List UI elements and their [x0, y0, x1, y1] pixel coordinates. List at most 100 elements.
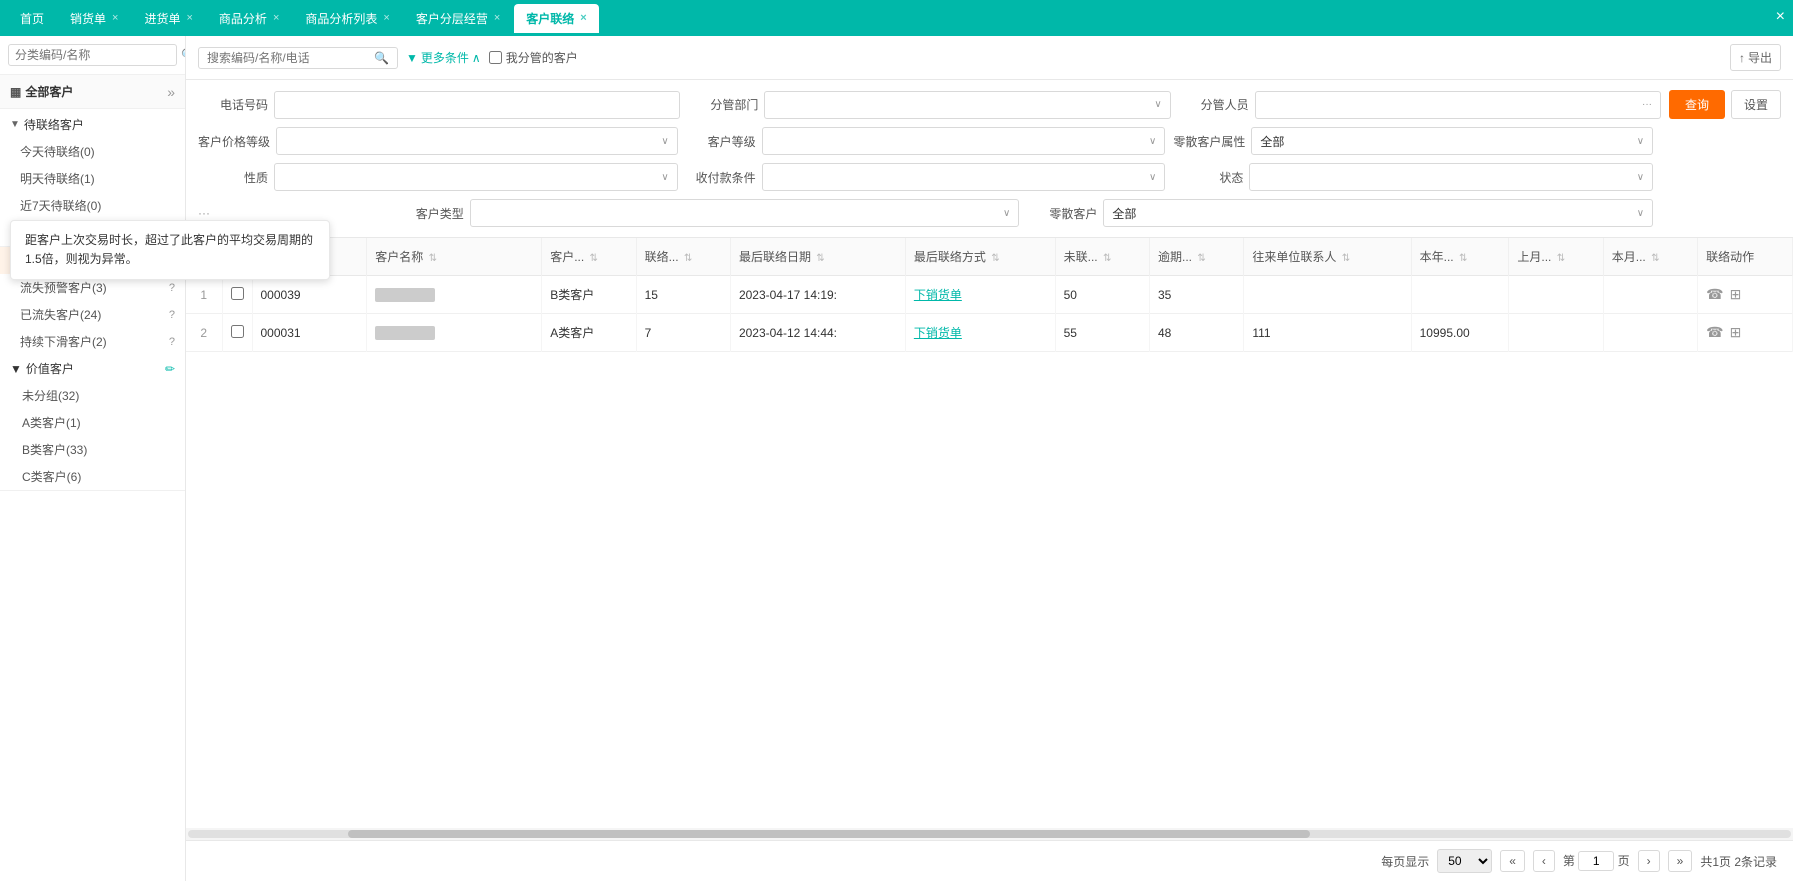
- contact-icon-2[interactable]: ☎: [1706, 324, 1723, 341]
- sidebar-item-class-a[interactable]: A类客户(1): [0, 409, 185, 436]
- next-page-btn[interactable]: ›: [1638, 850, 1660, 872]
- last-method-link-2[interactable]: 下销货单: [914, 326, 962, 340]
- sidebar-item-class-b[interactable]: B类客户(33): [0, 436, 185, 463]
- my-customer-checkbox[interactable]: [489, 51, 502, 64]
- row-2-checkbox[interactable]: [231, 325, 244, 338]
- contact-sort-icon[interactable]: ⇅: [684, 253, 692, 264]
- filter-status-select[interactable]: ∨: [1249, 163, 1653, 191]
- filter-level-select[interactable]: ∨: [762, 127, 1166, 155]
- sidebar-item-class-c[interactable]: C类客户(6): [0, 463, 185, 490]
- sidebar-search-input[interactable]: [8, 44, 177, 66]
- more-icon-1[interactable]: ⊞: [1730, 286, 1742, 303]
- nav-tab-customer-tier[interactable]: 客户分层经营 ×: [404, 4, 512, 33]
- filter-icon: ▼: [406, 51, 418, 65]
- close-product-analysis-tab[interactable]: ×: [273, 12, 279, 24]
- row-1-checkbox[interactable]: [231, 287, 244, 300]
- contact-icon-1[interactable]: ☎: [1706, 286, 1723, 303]
- filter-person-select[interactable]: ···: [1255, 91, 1661, 119]
- content-area: 🔍 ▼ 更多条件 ∧ 我分管的客户 ↑ 导出 电话号码: [186, 36, 1793, 881]
- status-arrow-icon: ∨: [1637, 172, 1644, 183]
- nav-tab-product-list[interactable]: 商品分析列表 ×: [293, 4, 401, 33]
- filter-price-select[interactable]: ∨: [276, 127, 678, 155]
- sidebar-item-lost[interactable]: 已流失客户(24) ?: [0, 301, 185, 328]
- per-page-select[interactable]: 50 100 200: [1437, 849, 1492, 873]
- horizontal-scrollbar[interactable]: [186, 828, 1793, 840]
- filter-payment-select[interactable]: ∨: [762, 163, 1166, 191]
- date-sort-icon[interactable]: ⇅: [816, 253, 824, 264]
- close-sales-tab[interactable]: ×: [112, 12, 118, 24]
- row-cmonth-2: [1603, 314, 1697, 352]
- query-button[interactable]: 查询: [1669, 90, 1725, 119]
- row-name-1: [367, 276, 542, 314]
- close-purchase-tab[interactable]: ×: [186, 12, 192, 24]
- row-last-date-1: 2023-04-17 14:19:: [730, 276, 905, 314]
- dept-arrow-icon: ∨: [1154, 99, 1161, 110]
- value-customer-label: 价值客户: [26, 360, 74, 377]
- row-company-contact-2: 111: [1244, 314, 1411, 352]
- year-sort-icon[interactable]: ⇅: [1459, 253, 1467, 264]
- filter-nature-select[interactable]: ∨: [274, 163, 678, 191]
- last-method-link-1[interactable]: 下销货单: [914, 288, 962, 302]
- export-button[interactable]: ↑ 导出: [1730, 44, 1781, 71]
- lost-preview-help-icon: ?: [169, 282, 175, 294]
- name-sort-icon[interactable]: ⇅: [429, 253, 437, 264]
- sidebar-collapse-btn[interactable]: »: [167, 84, 175, 100]
- filter-more-label[interactable]: ···: [198, 206, 210, 220]
- nature-arrow-icon: ∨: [661, 172, 668, 183]
- person-arrow-icon: ···: [1642, 99, 1652, 110]
- grid-icon: ▦: [10, 85, 21, 99]
- method-sort-icon[interactable]: ⇅: [991, 253, 999, 264]
- sidebar-item-today[interactable]: 今天待联络(0): [0, 138, 185, 165]
- sidebar-item-7days[interactable]: 近7天待联络(0): [0, 192, 185, 219]
- nav-tab-customer-contact[interactable]: 客户联络 ×: [514, 4, 598, 33]
- type-sort-icon[interactable]: ⇅: [590, 253, 598, 264]
- edit-value-icon[interactable]: ✏: [165, 362, 175, 376]
- sidebar-item-continuous-down[interactable]: 持续下滑客户(2) ?: [0, 328, 185, 355]
- scrollbar-thumb[interactable]: [348, 830, 1310, 838]
- retail-arrow-icon: ∨: [1637, 208, 1644, 219]
- th-last-date: 最后联络日期 ⇅: [730, 238, 905, 276]
- row-type-2: A类客户: [542, 314, 636, 352]
- last-page-btn[interactable]: »: [1668, 850, 1693, 872]
- scrollbar-track: [188, 830, 1791, 838]
- filter-retail-select[interactable]: 全部 ∨: [1103, 199, 1653, 227]
- uncontacted-sort-icon[interactable]: ⇅: [1103, 253, 1111, 264]
- table-row: 1 000039 B类客户: [186, 276, 1793, 314]
- search-icon[interactable]: 🔍: [374, 51, 389, 65]
- nav-tab-product-analysis[interactable]: 商品分析 ×: [207, 4, 291, 33]
- close-customer-contact-tab[interactable]: ×: [580, 12, 586, 24]
- overdue-sort-icon[interactable]: ⇅: [1197, 253, 1205, 264]
- filter-dept-select[interactable]: ∨: [764, 91, 1170, 119]
- row-action-1: ☎ ⊞: [1698, 276, 1793, 314]
- filter-retail-attr-select[interactable]: 全部 ∨: [1251, 127, 1653, 155]
- row-last-method-2: 下销货单: [905, 314, 1055, 352]
- filter-price-level: 客户价格等级 ∨: [198, 127, 678, 155]
- nav-tab-purchase[interactable]: 进货单 ×: [132, 4, 204, 33]
- setting-button[interactable]: 设置: [1731, 90, 1781, 119]
- cmonth-sort-icon[interactable]: ⇅: [1651, 253, 1659, 264]
- nav-tab-home[interactable]: 首页: [8, 4, 56, 33]
- filter-more-btn: ···: [198, 206, 386, 220]
- filter-phone-input[interactable]: [274, 91, 680, 119]
- page-input[interactable]: [1578, 851, 1614, 871]
- payment-arrow-icon: ∨: [1149, 172, 1156, 183]
- filter-row-1: 电话号码 分管部门 ∨ 分管人员 ···: [198, 90, 1781, 119]
- search-input[interactable]: [207, 51, 374, 65]
- company-sort-icon[interactable]: ⇅: [1342, 253, 1350, 264]
- more-filter-button[interactable]: ▼ 更多条件 ∧: [406, 49, 481, 66]
- first-page-btn[interactable]: «: [1500, 850, 1525, 872]
- all-customers-label: 全部客户: [25, 83, 73, 100]
- prev-page-btn[interactable]: ‹: [1533, 850, 1555, 872]
- more-icon-2[interactable]: ⊞: [1730, 324, 1742, 341]
- sidebar-item-tomorrow[interactable]: 明天待联络(1): [0, 165, 185, 192]
- filter-customer-type-select[interactable]: ∨: [470, 199, 1020, 227]
- close-all-button[interactable]: ×: [1776, 8, 1785, 26]
- close-customer-tier-tab[interactable]: ×: [494, 12, 500, 24]
- customer-type-arrow-icon: ∨: [1003, 208, 1010, 219]
- nav-tab-sales[interactable]: 销货单 ×: [58, 4, 130, 33]
- row-code-2: 000031: [252, 314, 367, 352]
- sidebar-item-ungroup[interactable]: 未分组(32): [0, 382, 185, 409]
- close-product-list-tab[interactable]: ×: [383, 12, 389, 24]
- export-icon: ↑: [1739, 51, 1745, 65]
- lmonth-sort-icon[interactable]: ⇅: [1557, 253, 1565, 264]
